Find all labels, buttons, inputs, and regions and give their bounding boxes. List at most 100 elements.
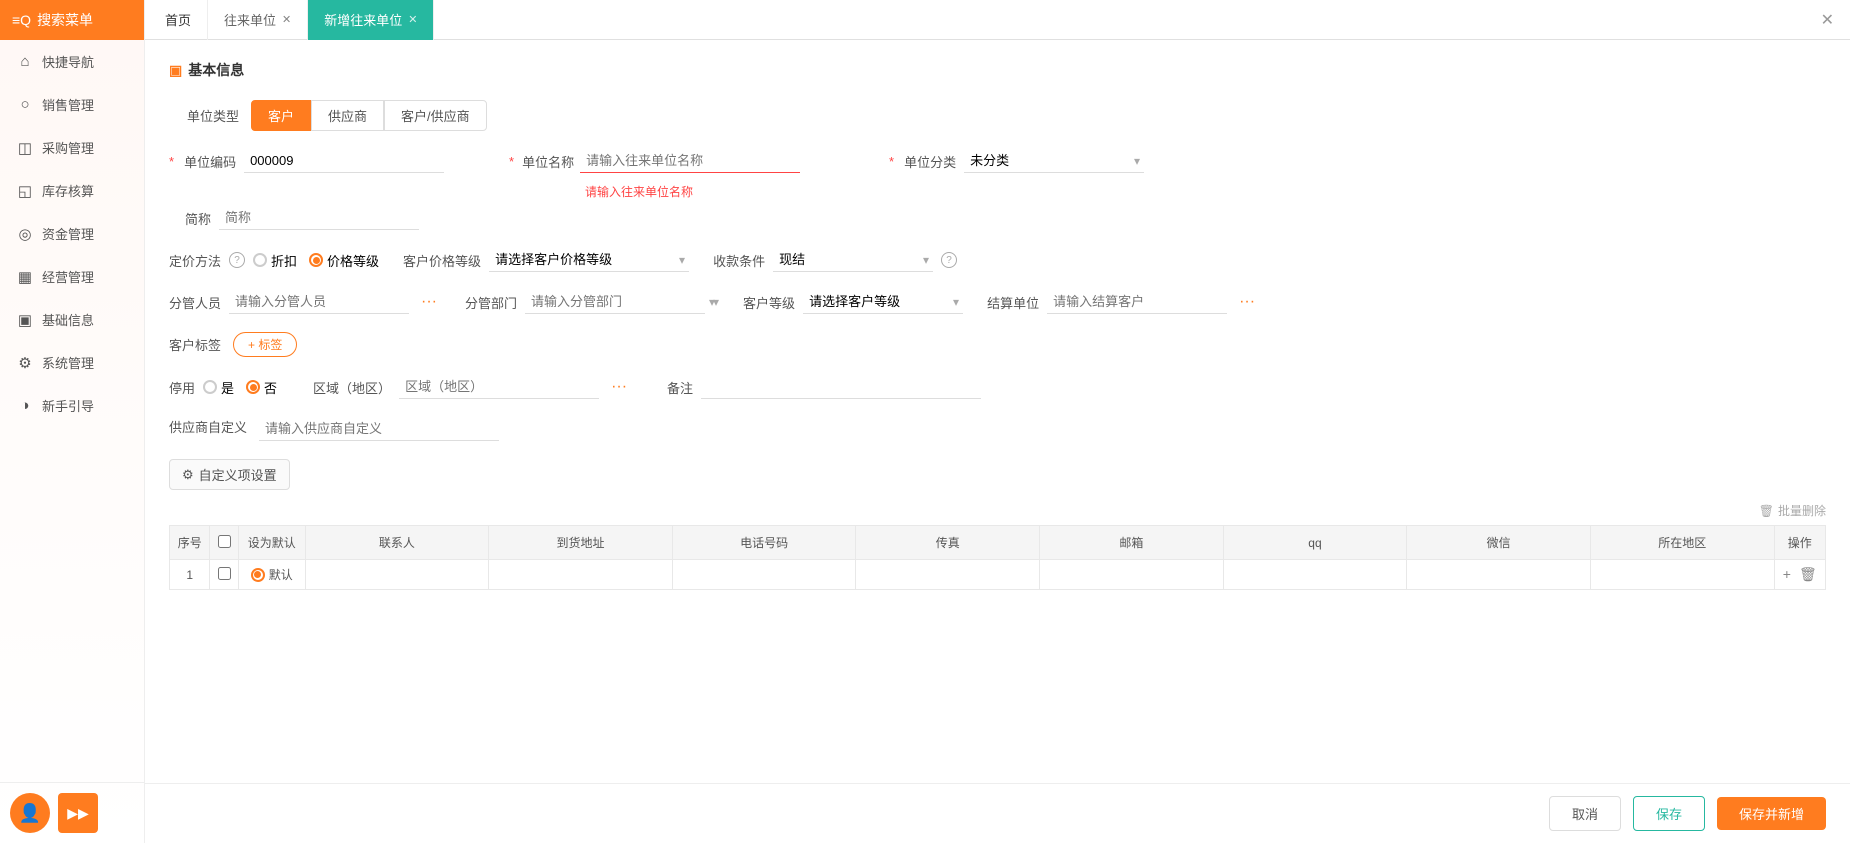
custom-settings-button[interactable]: ⚙ 自定义项设置	[169, 459, 290, 490]
row-region-input[interactable]	[1597, 568, 1768, 582]
tab-partner-close[interactable]: ✕	[282, 13, 291, 26]
th-index: 序号	[170, 526, 210, 560]
select-all-checkbox[interactable]	[218, 535, 231, 548]
dept-dropdown: ▾	[713, 295, 719, 309]
disable-radio-no[interactable]: 否	[246, 378, 277, 397]
row-contact-input[interactable]	[312, 568, 483, 582]
save-button[interactable]: 保存	[1633, 796, 1705, 831]
cancel-button[interactable]: 取消	[1549, 796, 1621, 831]
payment-help-icon[interactable]: ?	[941, 252, 957, 268]
sidebar-item-label: 快捷导航	[42, 52, 94, 71]
region-dots-btn[interactable]: ···	[607, 378, 631, 396]
sidebar-search[interactable]: ≡Q 搜索菜单	[0, 0, 144, 40]
pricing-radio-discount-label: 折扣	[271, 251, 297, 270]
pricing-help-icon[interactable]: ?	[229, 252, 245, 268]
customer-level-select[interactable]: 请选择客户等级	[803, 290, 963, 314]
customer-price-select[interactable]: 请选择客户价格等级	[489, 248, 689, 272]
row-delete-btn[interactable]: 🗑	[1799, 566, 1817, 583]
row-checkbox-input[interactable]	[218, 567, 231, 580]
row-phone[interactable]	[672, 560, 856, 590]
type-btn-supplier[interactable]: 供应商	[311, 100, 384, 131]
pricing-radio-discount[interactable]: 折扣	[253, 251, 297, 270]
short-name-input[interactable]	[219, 206, 419, 230]
sidebar-item-finance[interactable]: ◎ 资金管理	[0, 212, 144, 255]
payment-terms-select-wrapper: 现结	[773, 248, 933, 272]
supplier-custom-input[interactable]	[259, 417, 499, 441]
customer-price-field: 客户价格等级 请选择客户价格等级	[403, 248, 689, 272]
row-qq[interactable]	[1223, 560, 1407, 590]
unit-name-input[interactable]	[580, 149, 800, 173]
tab-partner[interactable]: 往来单位 ✕	[208, 0, 308, 40]
row-default-radio[interactable]: 默认	[245, 566, 299, 583]
unit-category-select[interactable]: 未分类	[964, 149, 1144, 173]
sidebar-item-purchase[interactable]: ◫ 采购管理	[0, 126, 144, 169]
guide-icon: ◑	[16, 397, 34, 415]
row-phone-input[interactable]	[679, 568, 850, 582]
row-checkbox[interactable]	[210, 560, 238, 590]
row-address-input[interactable]	[495, 568, 666, 582]
settlement-input[interactable]	[1047, 290, 1227, 314]
row-wechat-input[interactable]	[1413, 568, 1584, 582]
dept-input[interactable]	[525, 290, 705, 314]
save-add-button[interactable]: 保存并新增	[1717, 797, 1826, 830]
row-default-label: 默认	[269, 566, 293, 583]
batch-delete-button[interactable]: 🗑 批量删除	[1759, 502, 1826, 519]
pricing-radio-level[interactable]: 价格等级	[309, 251, 379, 270]
row-contact[interactable]	[305, 560, 489, 590]
sidebar-item-label: 系统管理	[42, 353, 94, 372]
tab-new-partner-close[interactable]: ✕	[408, 13, 417, 26]
sidebar-item-label: 采购管理	[42, 138, 94, 157]
custom-settings-label: 自定义项设置	[199, 465, 277, 484]
pricing-radio-group: 折扣 价格等级	[253, 251, 379, 270]
row-add-btn[interactable]: +	[1783, 566, 1791, 583]
dept-dropdown-arrow[interactable]: ▾	[713, 295, 719, 309]
row-wechat[interactable]	[1407, 560, 1591, 590]
contacts-table: 序号 设为默认 联系人 到货地址 电话号码 传真 邮箱 qq 微信 所在地区 操…	[169, 525, 1826, 590]
row-fax[interactable]	[856, 560, 1040, 590]
row-email-input[interactable]	[1046, 568, 1217, 582]
sidebar-item-basic-info[interactable]: ▣ 基础信息	[0, 298, 144, 341]
dept-label: 分管部门	[465, 293, 517, 312]
th-checkbox[interactable]	[210, 526, 238, 560]
unit-type-row: 单位类型 客户 供应商 客户/供应商	[169, 100, 1826, 131]
payment-terms-select[interactable]: 现结	[773, 248, 933, 272]
row-email[interactable]	[1040, 560, 1224, 590]
sidebar-item-system[interactable]: ⚙ 系统管理	[0, 341, 144, 384]
unit-name-field: * 单位名称 请输入往来单位名称	[509, 149, 889, 200]
row-default: 默认	[238, 560, 305, 590]
manager-dots-btn[interactable]: ···	[417, 293, 441, 311]
disable-radio-yes[interactable]: 是	[203, 378, 234, 397]
row-fax-input[interactable]	[862, 568, 1033, 582]
tab-home-label: 首页	[165, 10, 191, 29]
row-region[interactable]	[1590, 560, 1774, 590]
unit-code-input[interactable]	[244, 149, 444, 173]
customer-price-label: 客户价格等级	[403, 251, 481, 270]
finance-icon: ◎	[16, 225, 34, 243]
manager-input[interactable]	[229, 290, 409, 314]
tab-new-partner[interactable]: 新增往来单位 ✕	[308, 0, 434, 40]
sidebar-item-inventory[interactable]: ◱ 库存核算	[0, 169, 144, 212]
row-address[interactable]	[489, 560, 673, 590]
type-btn-both[interactable]: 客户/供应商	[384, 100, 487, 131]
unit-code-field: * 单位编码	[169, 149, 509, 173]
sidebar-item-sales[interactable]: ○ 销售管理	[0, 83, 144, 126]
region-input[interactable]	[399, 375, 599, 399]
tabbar-close-btn[interactable]: ✕	[1809, 10, 1846, 30]
sidebar-item-guide[interactable]: ◑ 新手引导	[0, 384, 144, 427]
sidebar-user-btn[interactable]: 👤	[10, 793, 50, 833]
manager-row: 分管人员 ··· 分管部门 ▾ 客户等级 请选择客户等级	[169, 290, 1826, 314]
settlement-dots-btn[interactable]: ···	[1235, 293, 1259, 311]
table-row: 1 默认	[170, 560, 1826, 590]
row-qq-input[interactable]	[1230, 568, 1401, 582]
pricing-row: 定价方法 ? 折扣 价格等级 客户价格等级	[169, 248, 1826, 272]
type-btn-customer[interactable]: 客户	[251, 100, 311, 131]
sidebar-extra-btn[interactable]: ▶▶	[58, 793, 98, 833]
tabbar: 首页 往来单位 ✕ 新增往来单位 ✕ ✕	[145, 0, 1850, 40]
tag-add-button[interactable]: + 标签	[233, 332, 297, 357]
th-qq: qq	[1223, 526, 1407, 560]
row-action-buttons: + 🗑	[1781, 566, 1819, 583]
remark-input[interactable]	[701, 375, 981, 399]
tab-home[interactable]: 首页	[149, 0, 208, 40]
sidebar-item-operations[interactable]: ▦ 经营管理	[0, 255, 144, 298]
sidebar-item-quick-nav[interactable]: ⌂ 快捷导航	[0, 40, 144, 83]
